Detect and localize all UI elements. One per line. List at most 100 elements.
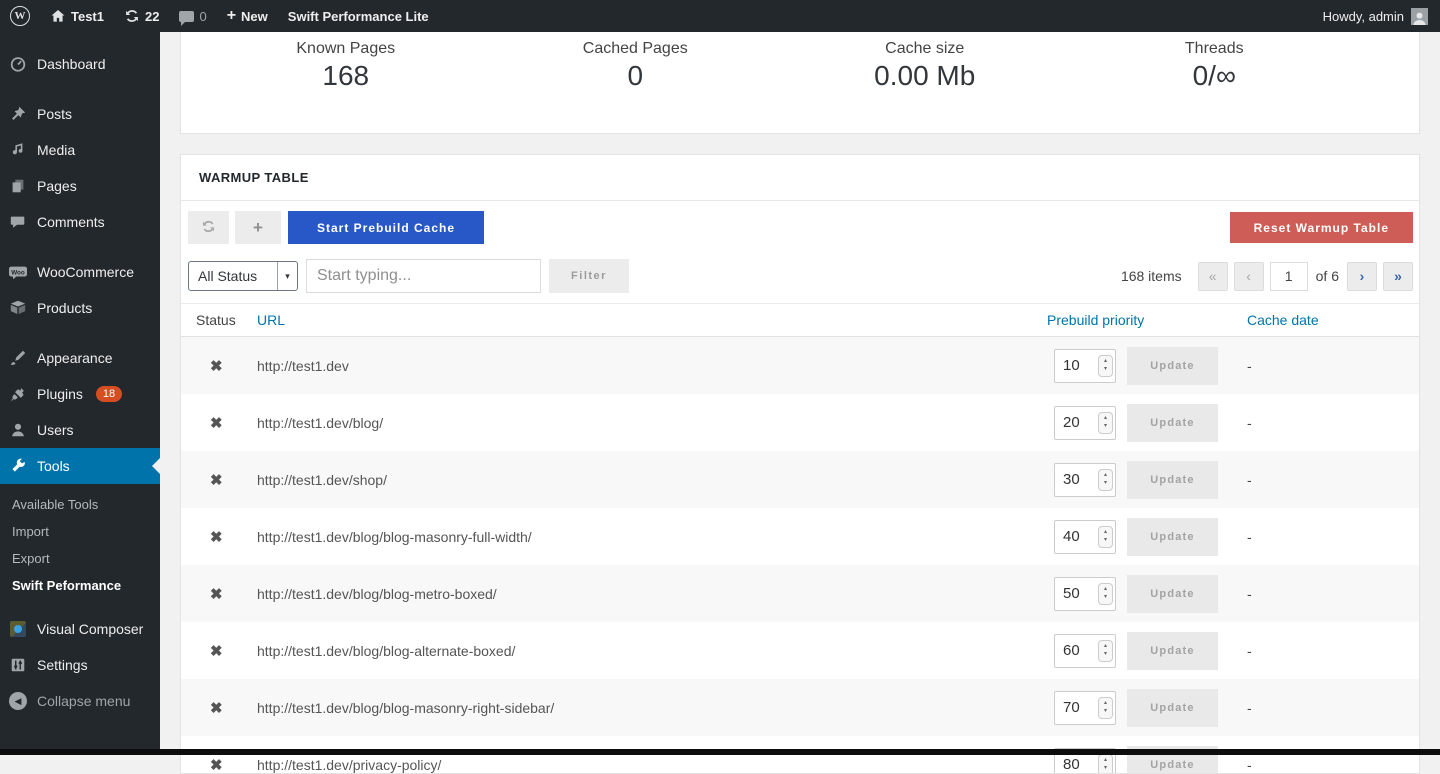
row-cache-date: -: [1229, 529, 1419, 545]
update-icon: [124, 8, 140, 24]
visual-composer-icon: [8, 619, 28, 639]
pagination: 168 items « ‹ of 6 › »: [1121, 262, 1413, 291]
sidebar-item-posts[interactable]: Posts: [0, 96, 160, 132]
stat-threads: Threads 0/∞: [1070, 40, 1360, 92]
sidebar-item-pages[interactable]: Pages: [0, 168, 160, 204]
row-cache-date: -: [1229, 472, 1419, 488]
update-button[interactable]: Update: [1127, 518, 1218, 556]
wordpress-logo-icon: W: [10, 6, 30, 26]
column-cache-date[interactable]: Cache date: [1229, 312, 1419, 328]
warmup-table-card: WARMUP TABLE + Start Prebuild Cache R: [180, 154, 1420, 774]
filter-button[interactable]: Filter: [549, 259, 629, 293]
number-stepper-icon[interactable]: ▴▾: [1098, 526, 1113, 548]
tools-submenu: Available Tools Import Export Swift Pefo…: [0, 484, 160, 611]
row-cache-date: -: [1229, 757, 1419, 773]
column-url[interactable]: URL: [257, 312, 1054, 328]
row-cache-date: -: [1229, 415, 1419, 431]
status-x-icon: ✖: [196, 414, 257, 432]
last-page-button[interactable]: »: [1383, 262, 1413, 291]
update-button[interactable]: Update: [1127, 347, 1218, 385]
status-x-icon: ✖: [196, 471, 257, 489]
row-url: http://test1.dev/blog/blog-masonry-right…: [257, 700, 1054, 716]
number-stepper-icon[interactable]: ▴▾: [1098, 697, 1113, 719]
priority-field-wrap: ▴▾: [1054, 691, 1116, 725]
priority-field-wrap: ▴▾: [1054, 634, 1116, 668]
submenu-available-tools[interactable]: Available Tools: [0, 491, 160, 518]
update-button[interactable]: Update: [1127, 632, 1218, 670]
number-stepper-icon[interactable]: ▴▾: [1098, 640, 1113, 662]
stat-known-pages: Known Pages 168: [201, 40, 491, 92]
table-row: ✖ http://test1.dev/blog/blog-metro-boxed…: [181, 565, 1419, 622]
media-icon: [8, 140, 28, 160]
row-url: http://test1.dev/blog/blog-alternate-box…: [257, 643, 1054, 659]
sidebar: Dashboard Posts Media Pages Comments Woo…: [0, 32, 160, 755]
stat-cache-size: Cache size 0.00 Mb: [780, 40, 1070, 92]
wp-logo-menu[interactable]: W: [0, 0, 40, 32]
warmup-table-title: WARMUP TABLE: [181, 155, 1419, 201]
sidebar-item-comments[interactable]: Comments: [0, 204, 160, 240]
update-button[interactable]: Update: [1127, 404, 1218, 442]
warmup-filterbar: All Status ▾ Filter 168 items « ‹ of 6 ›…: [181, 252, 1419, 303]
column-prebuild-priority[interactable]: Prebuild priority: [1047, 312, 1222, 328]
submenu-swift-performance[interactable]: Swift Peformance: [0, 572, 160, 599]
chevron-down-icon: ▾: [277, 262, 297, 290]
pages-icon: [8, 176, 28, 196]
start-prebuild-cache-button[interactable]: Start Prebuild Cache: [288, 211, 484, 244]
sidebar-item-appearance[interactable]: Appearance: [0, 340, 160, 376]
row-cache-date: -: [1229, 643, 1419, 659]
sidebar-item-media[interactable]: Media: [0, 132, 160, 168]
status-x-icon: ✖: [196, 357, 257, 375]
priority-field-wrap: ▴▾: [1054, 520, 1116, 554]
reset-warmup-table-button[interactable]: Reset Warmup Table: [1230, 212, 1413, 243]
url-search-input[interactable]: [306, 259, 541, 293]
update-button[interactable]: Update: [1127, 575, 1218, 613]
howdy-text[interactable]: Howdy, admin: [1323, 9, 1404, 24]
number-stepper-icon[interactable]: ▴▾: [1098, 583, 1113, 605]
comments-menu[interactable]: 0: [169, 0, 216, 32]
number-stepper-icon[interactable]: ▴▾: [1098, 469, 1113, 491]
sidebar-item-plugins[interactable]: Plugins 18: [0, 376, 160, 412]
stats-card: Known Pages 168 Cached Pages 0 Cache siz…: [180, 32, 1420, 134]
number-stepper-icon[interactable]: ▴▾: [1098, 412, 1113, 434]
sidebar-collapse-menu[interactable]: ◀ Collapse menu: [0, 683, 160, 719]
row-cache-date: -: [1229, 358, 1419, 374]
comments-icon: [8, 212, 28, 232]
status-filter-select[interactable]: All Status ▾: [188, 261, 298, 291]
first-page-button[interactable]: «: [1198, 262, 1228, 291]
submenu-export[interactable]: Export: [0, 545, 160, 572]
update-button[interactable]: Update: [1127, 461, 1218, 499]
add-url-button[interactable]: +: [235, 211, 281, 244]
sidebar-item-dashboard[interactable]: Dashboard: [0, 46, 160, 82]
sidebar-item-products[interactable]: Products: [0, 290, 160, 326]
sidebar-item-settings[interactable]: Settings: [0, 647, 160, 683]
new-content-menu[interactable]: + New: [217, 0, 278, 32]
comments-count: 0: [199, 9, 206, 24]
comment-bubble-icon: [179, 11, 194, 22]
items-count: 168 items: [1121, 268, 1182, 284]
user-icon: [8, 420, 28, 440]
woocommerce-icon: Woo: [8, 262, 28, 282]
sidebar-item-visual-composer[interactable]: Visual Composer: [0, 611, 160, 647]
number-stepper-icon[interactable]: ▴▾: [1098, 355, 1113, 377]
swift-performance-menu[interactable]: Swift Performance Lite: [278, 0, 439, 32]
current-page-input[interactable]: [1270, 262, 1308, 291]
submenu-import[interactable]: Import: [0, 518, 160, 545]
number-stepper-icon[interactable]: ▴▾: [1098, 754, 1113, 774]
sidebar-item-tools[interactable]: Tools: [0, 448, 160, 484]
table-row: ✖ http://test1.dev ▴▾ Update -: [181, 337, 1419, 394]
site-name-menu[interactable]: Test1: [40, 0, 114, 32]
previous-page-button[interactable]: ‹: [1234, 262, 1264, 291]
next-page-button[interactable]: ›: [1347, 262, 1377, 291]
table-row: ✖ http://test1.dev/blog/blog-alternate-b…: [181, 622, 1419, 679]
updates-menu[interactable]: 22: [114, 0, 169, 32]
plugins-count-badge: 18: [96, 386, 122, 402]
avatar[interactable]: [1411, 8, 1428, 25]
swift-performance-label: Swift Performance Lite: [288, 9, 429, 24]
update-button[interactable]: Update: [1127, 689, 1218, 727]
refresh-button[interactable]: [188, 211, 229, 244]
refresh-icon: [201, 219, 216, 237]
row-url: http://test1.dev/blog/: [257, 415, 1054, 431]
stat-cached-pages: Cached Pages 0: [491, 40, 781, 92]
sidebar-item-woocommerce[interactable]: Woo WooCommerce: [0, 254, 160, 290]
sidebar-item-users[interactable]: Users: [0, 412, 160, 448]
